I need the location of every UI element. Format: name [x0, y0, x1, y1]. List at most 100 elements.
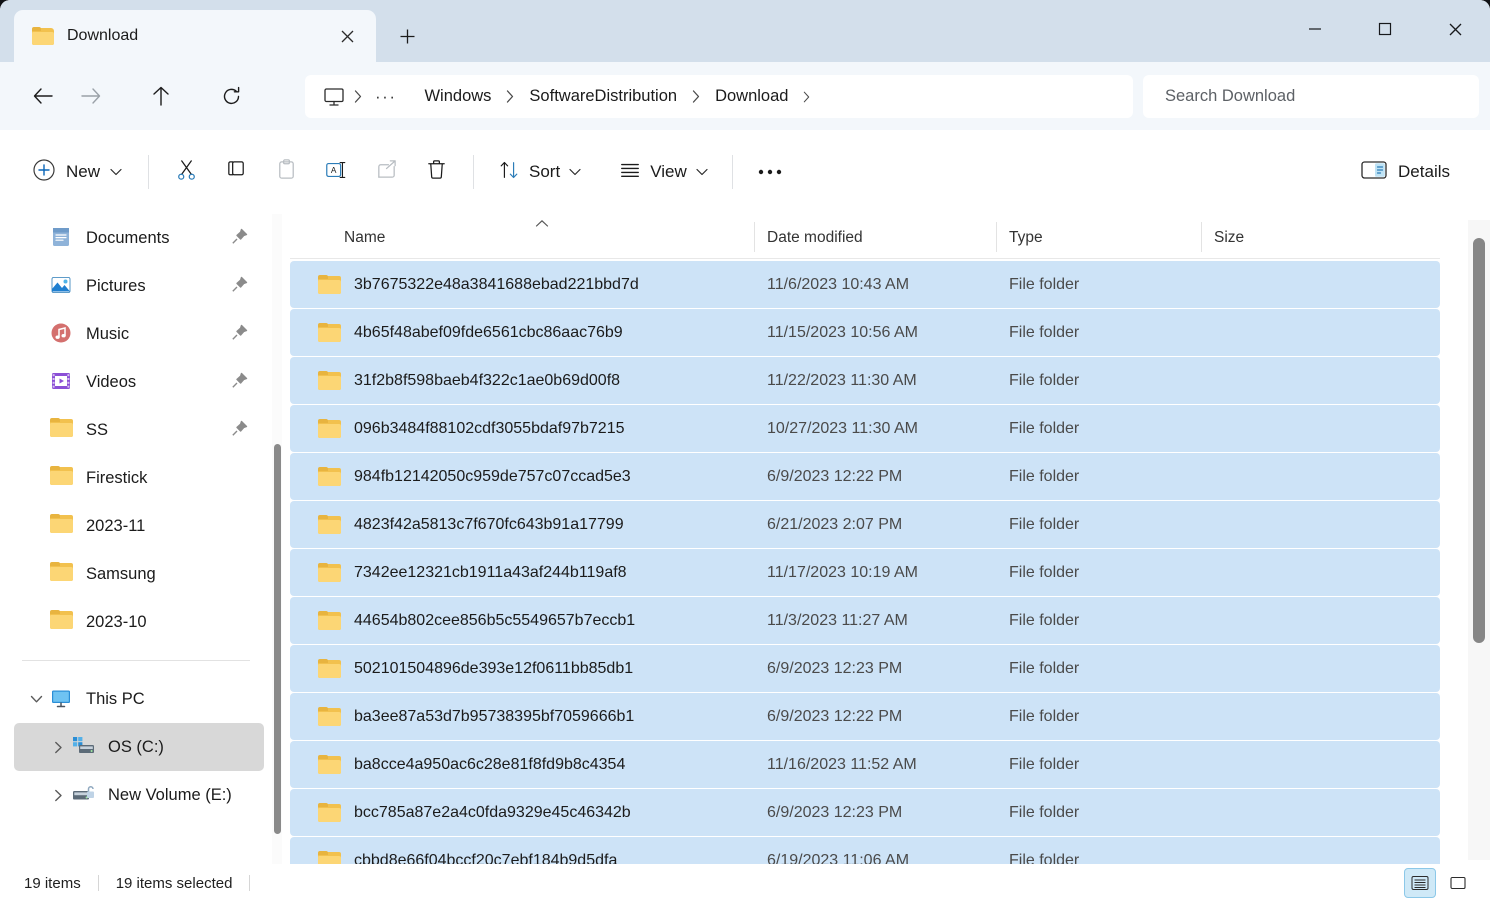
folder-icon	[318, 467, 341, 486]
toolbar-divider	[148, 155, 150, 189]
documents-icon	[50, 226, 74, 250]
breadcrumb-overflow-button[interactable]: ···	[371, 87, 400, 107]
row-type-cell: File folder	[1009, 707, 1080, 725]
sidebar-item-samsung[interactable]: Samsung	[14, 550, 264, 598]
sidebar-item-firestick[interactable]: Firestick	[14, 454, 264, 502]
column-header-label: Date modified	[767, 229, 863, 246]
row-name-cell: 502101504896de393e12f0611bb85db1	[290, 659, 755, 678]
content-area: Documents Pictures Music Videos SS Fires…	[0, 214, 1490, 884]
this-pc-icon[interactable]	[323, 87, 345, 107]
pin-icon[interactable]	[231, 228, 248, 250]
sidebar-item-music[interactable]: Music	[14, 310, 264, 358]
table-row[interactable]: 31f2b8f598baeb4f322c1ae0b69d00f8 11/22/2…	[290, 357, 1440, 404]
breadcrumb-item-windows[interactable]: Windows	[418, 83, 497, 110]
forward-button[interactable]	[70, 75, 112, 117]
sidebar-item-label: This PC	[86, 689, 145, 708]
copy-icon	[225, 158, 248, 186]
sort-button[interactable]: Sort	[486, 150, 593, 194]
sidebar-item-pictures[interactable]: Pictures	[14, 262, 264, 310]
details-pane-icon	[1361, 160, 1387, 185]
window-controls	[1280, 0, 1490, 58]
close-button[interactable]	[1420, 0, 1490, 58]
minimize-button[interactable]	[1280, 0, 1350, 58]
maximize-button[interactable]	[1350, 0, 1420, 58]
table-row[interactable]: ba3ee87a53d7b95738395bf7059666b1 6/9/202…	[290, 693, 1440, 740]
cut-button[interactable]	[161, 150, 211, 194]
new-tab-button[interactable]	[386, 15, 428, 57]
sidebar-item-2023-11[interactable]: 2023-11	[14, 502, 264, 550]
sidebar-item-ss[interactable]: SS	[14, 406, 264, 454]
close-tab-icon[interactable]	[332, 21, 362, 51]
sidebar-item-videos[interactable]: Videos	[14, 358, 264, 406]
new-button[interactable]: New	[22, 150, 136, 194]
table-row[interactable]: 502101504896de393e12f0611bb85db1 6/9/202…	[290, 645, 1440, 692]
sidebar-scrollbar-thumb[interactable]	[274, 444, 281, 834]
breadcrumb-item-download[interactable]: Download	[709, 83, 794, 110]
row-name-cell: 984fb12142050c959de757c07ccad5e3	[290, 467, 755, 486]
table-row[interactable]: 4823f42a5813c7f670fc643b91a17799 6/21/20…	[290, 501, 1440, 548]
breadcrumb-separator-icon[interactable]	[683, 90, 709, 103]
back-button[interactable]	[22, 75, 64, 117]
sidebar-item-documents[interactable]: Documents	[14, 214, 264, 262]
rename-button[interactable]: A	[311, 150, 361, 194]
chevron-down-icon[interactable]	[24, 675, 48, 723]
copy-button[interactable]	[211, 150, 261, 194]
os-drive-icon	[72, 735, 96, 759]
sidebar-item-new-volume-e[interactable]: New Volume (E:)	[14, 771, 264, 819]
breadcrumb-item-softwaredistribution[interactable]: SoftwareDistribution	[523, 83, 683, 110]
table-row[interactable]: ba8cce4a950ac6c28e81f8fd9b8c4354 11/16/2…	[290, 741, 1440, 788]
table-row[interactable]: 44654b802cee856b5c5549657b7eccb1 11/3/20…	[290, 597, 1440, 644]
column-header-size[interactable]: Size	[1202, 214, 1340, 258]
details-pane-button[interactable]: Details	[1349, 150, 1462, 194]
row-type-cell: File folder	[1009, 803, 1080, 821]
address-bar[interactable]: ··· Windows SoftwareDistribution Downloa…	[305, 75, 1133, 118]
large-icons-view-toggle[interactable]	[1442, 868, 1474, 898]
up-button[interactable]	[140, 75, 182, 117]
chevron-down-icon	[569, 168, 581, 176]
videos-icon	[50, 370, 74, 394]
pictures-icon	[50, 274, 74, 298]
table-row[interactable]: 4b65f48abef09fde6561cbc86aac76b9 11/15/2…	[290, 309, 1440, 356]
chevron-right-icon[interactable]	[46, 771, 70, 819]
pin-icon[interactable]	[231, 372, 248, 394]
sidebar-item-label: SS	[86, 420, 109, 439]
file-list-scrollbar[interactable]	[1468, 220, 1490, 860]
column-header-name[interactable]: Name	[290, 214, 755, 258]
sidebar-item-label: Music	[86, 324, 130, 343]
sidebar-scrollbar[interactable]	[272, 214, 282, 864]
more-options-button[interactable]	[745, 150, 795, 194]
drive-icon	[72, 783, 96, 807]
tab-download[interactable]: Download	[14, 10, 376, 62]
table-row[interactable]: bcc785a87e2a4c0fda9329e45c46342b 6/9/202…	[290, 789, 1440, 836]
search-box[interactable]: Search Download	[1143, 75, 1479, 118]
sidebar-item-os-c[interactable]: OS (C:)	[14, 723, 264, 771]
file-list-scrollbar-thumb[interactable]	[1473, 238, 1485, 643]
column-header-type[interactable]: Type	[997, 214, 1202, 258]
refresh-button[interactable]	[210, 75, 252, 117]
view-button[interactable]: View	[607, 150, 720, 194]
table-row[interactable]: 7342ee12321cb1911a43af244b119af8 11/17/2…	[290, 549, 1440, 596]
paste-button[interactable]	[261, 150, 311, 194]
table-row[interactable]: 984fb12142050c959de757c07ccad5e3 6/9/202…	[290, 453, 1440, 500]
pin-icon[interactable]	[231, 324, 248, 346]
pin-icon[interactable]	[231, 420, 248, 442]
delete-button[interactable]	[411, 150, 461, 194]
row-date-cell: 10/27/2023 11:30 AM	[767, 419, 918, 437]
breadcrumb-separator-icon[interactable]	[794, 91, 819, 103]
column-header-date-modified[interactable]: Date modified	[755, 214, 997, 258]
table-row[interactable]: 096b3484f88102cdf3055bdaf97b7215 10/27/2…	[290, 405, 1440, 452]
breadcrumb-separator-icon[interactable]	[497, 90, 523, 103]
search-placeholder: Search Download	[1165, 87, 1296, 105]
pin-icon[interactable]	[231, 276, 248, 298]
tab-label: Download	[67, 27, 139, 44]
chevron-right-icon[interactable]	[46, 723, 70, 771]
details-view-toggle[interactable]	[1404, 868, 1436, 898]
row-date-cell: 11/22/2023 11:30 AM	[767, 371, 917, 389]
share-button[interactable]	[361, 150, 411, 194]
row-date-cell: 11/15/2023 10:56 AM	[767, 323, 918, 341]
sort-icon	[498, 159, 520, 186]
sidebar-divider	[22, 660, 250, 661]
table-row[interactable]: 3b7675322e48a3841688ebad221bbd7d 11/6/20…	[290, 261, 1440, 308]
sidebar-item-2023-10[interactable]: 2023-10	[14, 598, 264, 646]
sidebar-item-this-pc[interactable]: This PC	[14, 675, 264, 723]
